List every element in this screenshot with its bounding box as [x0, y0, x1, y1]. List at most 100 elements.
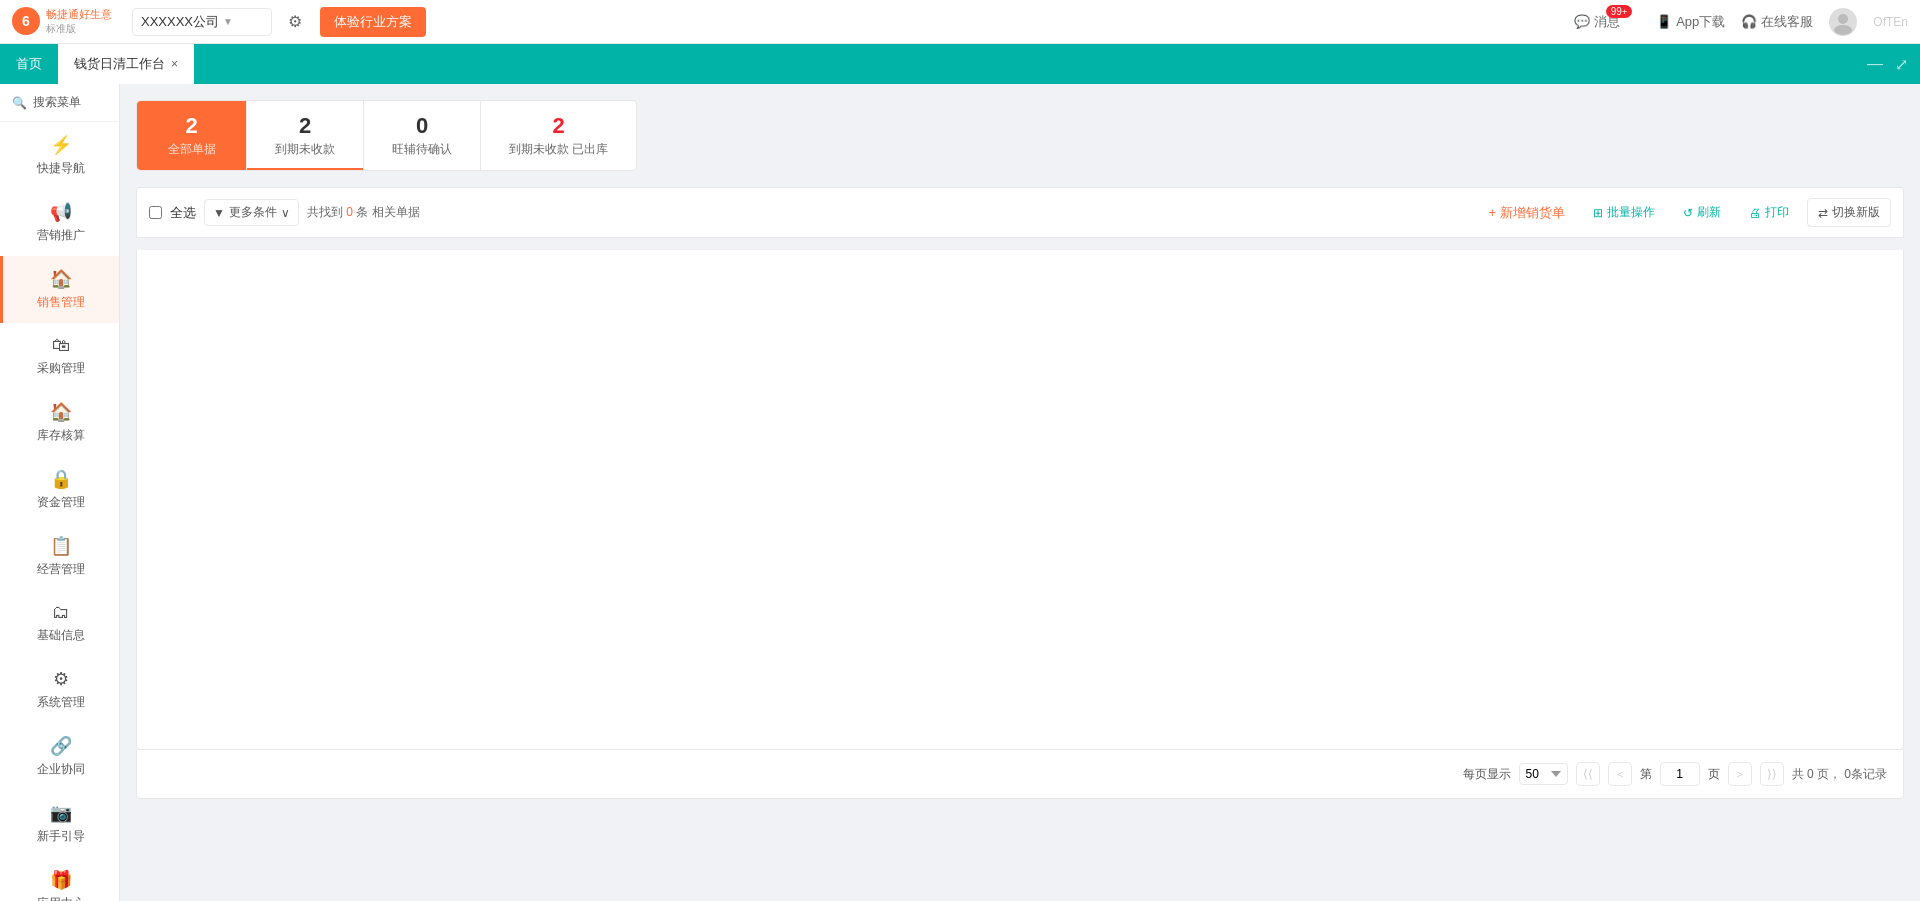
- sidebar-item-label: 资金管理: [37, 494, 85, 511]
- gear-icon: ⚙: [288, 12, 302, 31]
- sidebar-item-label: 新手引导: [37, 828, 85, 845]
- sidebar-item-quick-nav[interactable]: ⚡ 快捷导航: [0, 122, 119, 189]
- add-btn-label: 新增销货单: [1500, 204, 1565, 222]
- chevron-down-icon: ▼: [223, 16, 233, 27]
- sidebar-item-label: 快捷导航: [37, 160, 85, 177]
- trial-btn[interactable]: 体验行业方案: [320, 7, 426, 37]
- sidebar-item-marketing[interactable]: 📢 营销推广: [0, 189, 119, 256]
- sidebar-item-label: 系统管理: [37, 694, 85, 711]
- next-page-btn[interactable]: ＞: [1728, 762, 1752, 786]
- main-content: 2 全部单据 2 到期未收款 0 旺辅待确认 2 到期未收款 已出库 全选: [120, 84, 1920, 901]
- tab-cash-flow-label: 钱货日清工作台: [74, 55, 165, 73]
- sidebar-item-system[interactable]: ⚙ 系统管理: [0, 656, 119, 723]
- batch-btn[interactable]: ⊞ 批量操作: [1583, 199, 1665, 226]
- messages-btn[interactable]: 💬 消息 99+: [1574, 13, 1620, 31]
- svg-point-0: [1838, 14, 1848, 24]
- app-download-btn[interactable]: 📱 App下载: [1656, 13, 1725, 31]
- marketing-icon: 📢: [50, 201, 72, 223]
- sidebar-item-operations[interactable]: 📋 经营管理: [0, 523, 119, 590]
- sidebar-item-guide[interactable]: 📷 新手引导: [0, 790, 119, 857]
- prev-page-btn[interactable]: ＜: [1608, 762, 1632, 786]
- total-info: 共 0 页， 0条记录: [1792, 766, 1887, 783]
- sidebar-item-purchase[interactable]: 🛍 采购管理: [0, 323, 119, 389]
- sidebar-item-sales[interactable]: 🏠 销售管理: [0, 256, 119, 323]
- select-all-checkbox[interactable]: [149, 206, 162, 219]
- select-all-label: 全选: [170, 204, 196, 222]
- avatar[interactable]: [1829, 8, 1857, 36]
- toolbar: 全选 ▼ 更多条件 ∨ 共找到 0 条 相关单据 + 新增销货单: [136, 187, 1904, 238]
- basic-info-icon: 🗂: [52, 602, 70, 623]
- sidebar-item-label: 营销推广: [37, 227, 85, 244]
- sidebar-item-label: 库存核算: [37, 427, 85, 444]
- sidebar-item-app-center[interactable]: 🎁 应用中心: [0, 857, 119, 901]
- sidebar-item-label: 企业协同: [37, 761, 85, 778]
- stats-num-overdue: 2: [275, 113, 335, 139]
- tab-home[interactable]: 首页: [0, 44, 58, 84]
- app-download-label: App下载: [1676, 13, 1725, 31]
- per-page-select[interactable]: 20 50 100: [1519, 763, 1568, 785]
- tabbar: 首页 钱货日清工作台 × — ⤢: [0, 44, 1920, 84]
- sidebar-item-cooperation[interactable]: 🔗 企业协同: [0, 723, 119, 790]
- sidebar-item-finance[interactable]: 🔒 资金管理: [0, 456, 119, 523]
- system-icon: ⚙: [53, 668, 69, 690]
- tab-cash-flow[interactable]: 钱货日清工作台 ×: [58, 44, 194, 84]
- settings-button[interactable]: ⚙: [280, 7, 310, 37]
- app-center-icon: 🎁: [50, 869, 72, 891]
- tab-minimize-btn[interactable]: —: [1863, 51, 1887, 77]
- pagination: 每页显示 20 50 100 ⟨⟨ ＜ 第 页 ＞ ⟩⟩ 共 0 页， 0条记录: [136, 750, 1904, 799]
- filter-btn[interactable]: ▼ 更多条件 ∨: [204, 199, 299, 226]
- refresh-btn-label: 刷新: [1697, 204, 1721, 221]
- print-btn[interactable]: 🖨 打印: [1739, 199, 1799, 226]
- chevron-down-icon: ∨: [281, 206, 290, 220]
- tab-underline: [247, 168, 363, 170]
- logo-text: 畅捷通好生意: [46, 7, 112, 21]
- switch-version-btn[interactable]: ⇄ 切换新版: [1807, 198, 1891, 227]
- toolbar-left: 全选 ▼ 更多条件 ∨ 共找到 0 条 相关单据: [149, 199, 1470, 226]
- sidebar-item-label: 采购管理: [37, 360, 85, 377]
- phone-icon: 📱: [1656, 14, 1672, 29]
- stats-tab-all[interactable]: 2 全部单据: [137, 101, 247, 170]
- online-service-btn[interactable]: 🎧 在线客服: [1741, 13, 1813, 31]
- batch-icon: ⊞: [1593, 206, 1603, 220]
- stats-tab-pending[interactable]: 0 旺辅待确认: [364, 101, 481, 170]
- sidebar-item-basic-info[interactable]: 🗂 基础信息: [0, 590, 119, 656]
- message-icon: 💬: [1574, 14, 1590, 29]
- tab-close-icon[interactable]: ×: [171, 57, 178, 71]
- tabbar-actions: — ⤢: [1863, 51, 1920, 78]
- stats-tab-overdue[interactable]: 2 到期未收款: [247, 101, 364, 170]
- content-area: [136, 250, 1904, 750]
- stats-label-overdue: 到期未收款: [275, 141, 335, 158]
- inventory-icon: 🏠: [50, 401, 72, 423]
- search-menu[interactable]: 🔍 搜索菜单: [0, 84, 119, 122]
- stats-tab-shipped[interactable]: 2 到期未收款 已出库: [481, 101, 636, 170]
- found-num: 0: [346, 205, 353, 219]
- purchase-icon: 🛍: [52, 335, 70, 356]
- refresh-btn[interactable]: ↺ 刷新: [1673, 199, 1731, 226]
- found-count-text: 共找到 0 条 相关单据: [307, 204, 420, 221]
- last-page-btn[interactable]: ⟩⟩: [1760, 762, 1784, 786]
- stats-label-all: 全部单据: [165, 141, 218, 158]
- online-service-label: 在线客服: [1761, 13, 1813, 31]
- first-page-btn[interactable]: ⟨⟨: [1576, 762, 1600, 786]
- svg-point-1: [1834, 25, 1852, 35]
- company-selector[interactable]: XXXXXX公司 ▼: [132, 8, 272, 36]
- username[interactable]: OfTEn: [1873, 15, 1908, 29]
- tab-expand-btn[interactable]: ⤢: [1891, 51, 1912, 78]
- stats-num-shipped: 2: [509, 113, 608, 139]
- logo-sub: 标准版: [46, 22, 112, 36]
- tab-home-label: 首页: [16, 55, 42, 73]
- per-page-label: 每页显示: [1463, 766, 1511, 783]
- stats-tabs: 2 全部单据 2 到期未收款 0 旺辅待确认 2 到期未收款 已出库: [136, 100, 637, 171]
- cooperation-icon: 🔗: [50, 735, 72, 757]
- stats-num-pending: 0: [392, 113, 452, 139]
- filter-label: 更多条件: [229, 204, 277, 221]
- guide-icon: 📷: [50, 802, 72, 824]
- add-sale-btn[interactable]: + 新增销货单: [1478, 199, 1575, 227]
- sidebar-item-label: 基础信息: [37, 627, 85, 644]
- sidebar-item-inventory[interactable]: 🏠 库存核算: [0, 389, 119, 456]
- search-menu-label: 搜索菜单: [33, 94, 81, 111]
- stats-label-pending: 旺辅待确认: [392, 141, 452, 158]
- company-name: XXXXXX公司: [141, 13, 219, 31]
- page-input[interactable]: [1660, 762, 1700, 786]
- refresh-icon: ↺: [1683, 206, 1693, 220]
